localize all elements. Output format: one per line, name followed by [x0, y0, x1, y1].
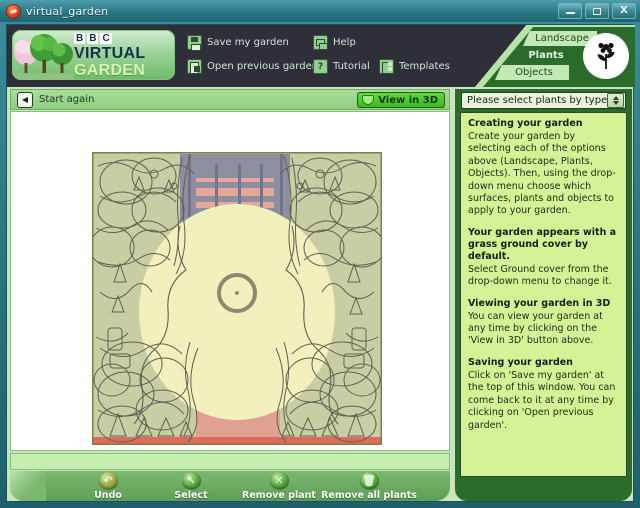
question-mark-icon: ? [313, 59, 328, 74]
canvas-footer-strip [10, 453, 450, 470]
tutorial-label: Tutorial [333, 61, 370, 72]
plant-type-dropdown[interactable]: Please select plants by type [461, 92, 626, 109]
select-button[interactable]: ↖ Select [148, 472, 234, 501]
app-header: B B C VIRTUAL GARDEN Save my garden Open… [7, 25, 635, 87]
help-panel: Creating your garden Create your garden … [460, 112, 627, 477]
templates-label: Templates [399, 61, 450, 72]
brand-text: B B C VIRTUAL GARDEN [74, 33, 145, 79]
garden-canvas[interactable] [10, 111, 450, 451]
bbc-virtual-garden-logo: B B C VIRTUAL GARDEN [12, 30, 175, 80]
remove-all-plants-label: Remove all plants [321, 490, 417, 501]
view-in-3d-button[interactable]: View in 3D [357, 92, 445, 108]
undo-label: Undo [94, 490, 122, 501]
bbc-letter: B [87, 33, 99, 44]
cross-icon: ✕ [269, 472, 289, 489]
templates-icon [379, 59, 394, 74]
help-heading: Your garden appears with a grass ground … [468, 226, 617, 262]
dome-3d-icon [362, 95, 375, 105]
tab-objects-label: Objects [515, 67, 553, 78]
bbc-letter: B [74, 33, 86, 44]
trees-illustration-icon [12, 34, 74, 80]
app-icon [7, 4, 20, 18]
save-my-garden-button[interactable]: Save my garden [187, 35, 289, 51]
start-again-button[interactable]: ◀ Start again [17, 91, 95, 108]
close-button[interactable]: X [612, 3, 636, 19]
maximize-button[interactable] [585, 3, 609, 19]
open-previous-garden-label: Open previous garden [207, 61, 319, 72]
tab-landscape-label: Landscape [535, 33, 589, 44]
trash-icon: 🗑 [359, 472, 379, 489]
floppy-disk-icon [187, 35, 202, 51]
remove-plant-button[interactable]: ✕ Remove plant [236, 472, 322, 501]
tutorial-button[interactable]: ? Tutorial [313, 59, 370, 74]
plant-sprout-icon[interactable] [583, 33, 629, 79]
open-document-icon [187, 59, 202, 74]
help-window-icon [313, 35, 328, 50]
save-my-garden-label: Save my garden [207, 37, 289, 48]
left-triangle-icon: ◀ [17, 91, 33, 108]
help-heading: Viewing your garden in 3D [468, 297, 611, 309]
app-body: B B C VIRTUAL GARDEN Save my garden Open… [6, 24, 635, 502]
brand-line-garden: GARDEN [74, 62, 146, 79]
help-body: Click on 'Save my garden' at the top of … [468, 369, 616, 431]
start-again-label: Start again [39, 94, 95, 105]
undo-arrow-icon: ↶ [98, 472, 118, 489]
tab-objects[interactable]: Objects [495, 65, 569, 80]
sub-toolbar: ◀ Start again View in 3D [10, 89, 450, 110]
templates-button[interactable]: Templates [379, 59, 450, 74]
plant-tools-toolbar: ↶ Undo ↖ Select ✕ Remove plant 🗑 Remove … [10, 471, 450, 501]
remove-all-plants-button[interactable]: 🗑 Remove all plants [321, 472, 417, 501]
window-title: virtual_garden [26, 4, 109, 18]
brand-line-virtual: VIRTUAL [74, 45, 146, 62]
undo-button[interactable]: ↶ Undo [65, 472, 151, 501]
up-down-stepper-icon[interactable] [607, 93, 625, 108]
help-body: You can view your garden at any time by … [468, 310, 603, 347]
garden-plan-top-down-view[interactable] [92, 152, 382, 445]
tab-plants-label: Plants [528, 50, 564, 61]
help-button[interactable]: Help [313, 35, 356, 50]
right-sidebar: Please select plants by type Creating yo… [455, 89, 632, 501]
help-heading: Creating your garden [468, 118, 583, 129]
bbc-letter: C [100, 33, 112, 44]
help-body: Select Ground cover from the drop-down m… [468, 263, 612, 288]
window-controls: X [558, 3, 636, 19]
minimize-icon [565, 12, 575, 14]
select-label: Select [174, 490, 208, 501]
help-heading: Saving your garden [468, 356, 573, 368]
open-previous-garden-button[interactable]: Open previous garden [187, 59, 318, 74]
minimize-button[interactable] [558, 3, 582, 19]
tab-plants[interactable]: Plants [509, 48, 583, 63]
cursor-arrow-icon: ↖ [181, 472, 201, 489]
plant-sprout-glyph [597, 42, 615, 69]
help-body: Create your garden by selecting each of … [468, 131, 616, 217]
bbc-logo: B B C [74, 33, 145, 44]
maximize-icon [593, 7, 601, 15]
title-bar: virtual_garden X [0, 0, 640, 22]
plant-type-dropdown-value: Please select plants by type [467, 95, 608, 106]
help-label: Help [333, 37, 356, 48]
application-window: virtual_garden X B B C VIRTUAL GARDEN Sa… [0, 0, 640, 508]
stepper-down-arrow [612, 101, 619, 105]
view-in-3d-label: View in 3D [378, 94, 438, 106]
stepper-up-arrow [612, 96, 619, 100]
remove-plant-label: Remove plant [242, 490, 316, 501]
